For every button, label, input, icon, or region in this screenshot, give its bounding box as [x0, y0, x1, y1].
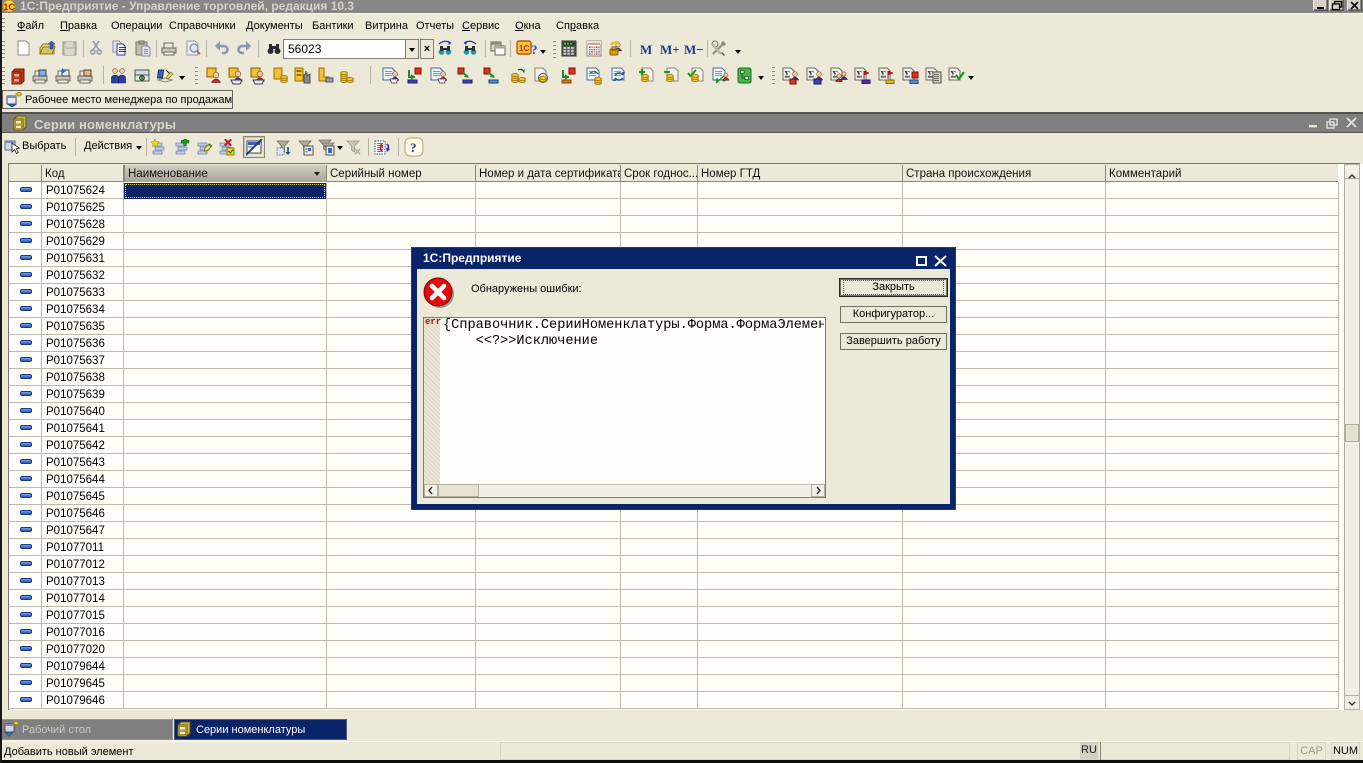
svg-text:Σ: Σ [856, 70, 862, 80]
svg-text:Σ: Σ [784, 70, 790, 80]
svg-text:Σ: Σ [904, 70, 910, 80]
svg-text:$: $ [141, 76, 144, 82]
svg-text:1С: 1С [519, 44, 529, 53]
svg-text:1C: 1C [3, 2, 15, 12]
svg-text:?: ? [410, 140, 417, 155]
svg-text:Σ: Σ [950, 70, 956, 80]
svg-text:?: ? [531, 42, 538, 57]
svg-text:Σ: Σ [808, 70, 814, 80]
svg-text:Σ: Σ [880, 70, 886, 80]
